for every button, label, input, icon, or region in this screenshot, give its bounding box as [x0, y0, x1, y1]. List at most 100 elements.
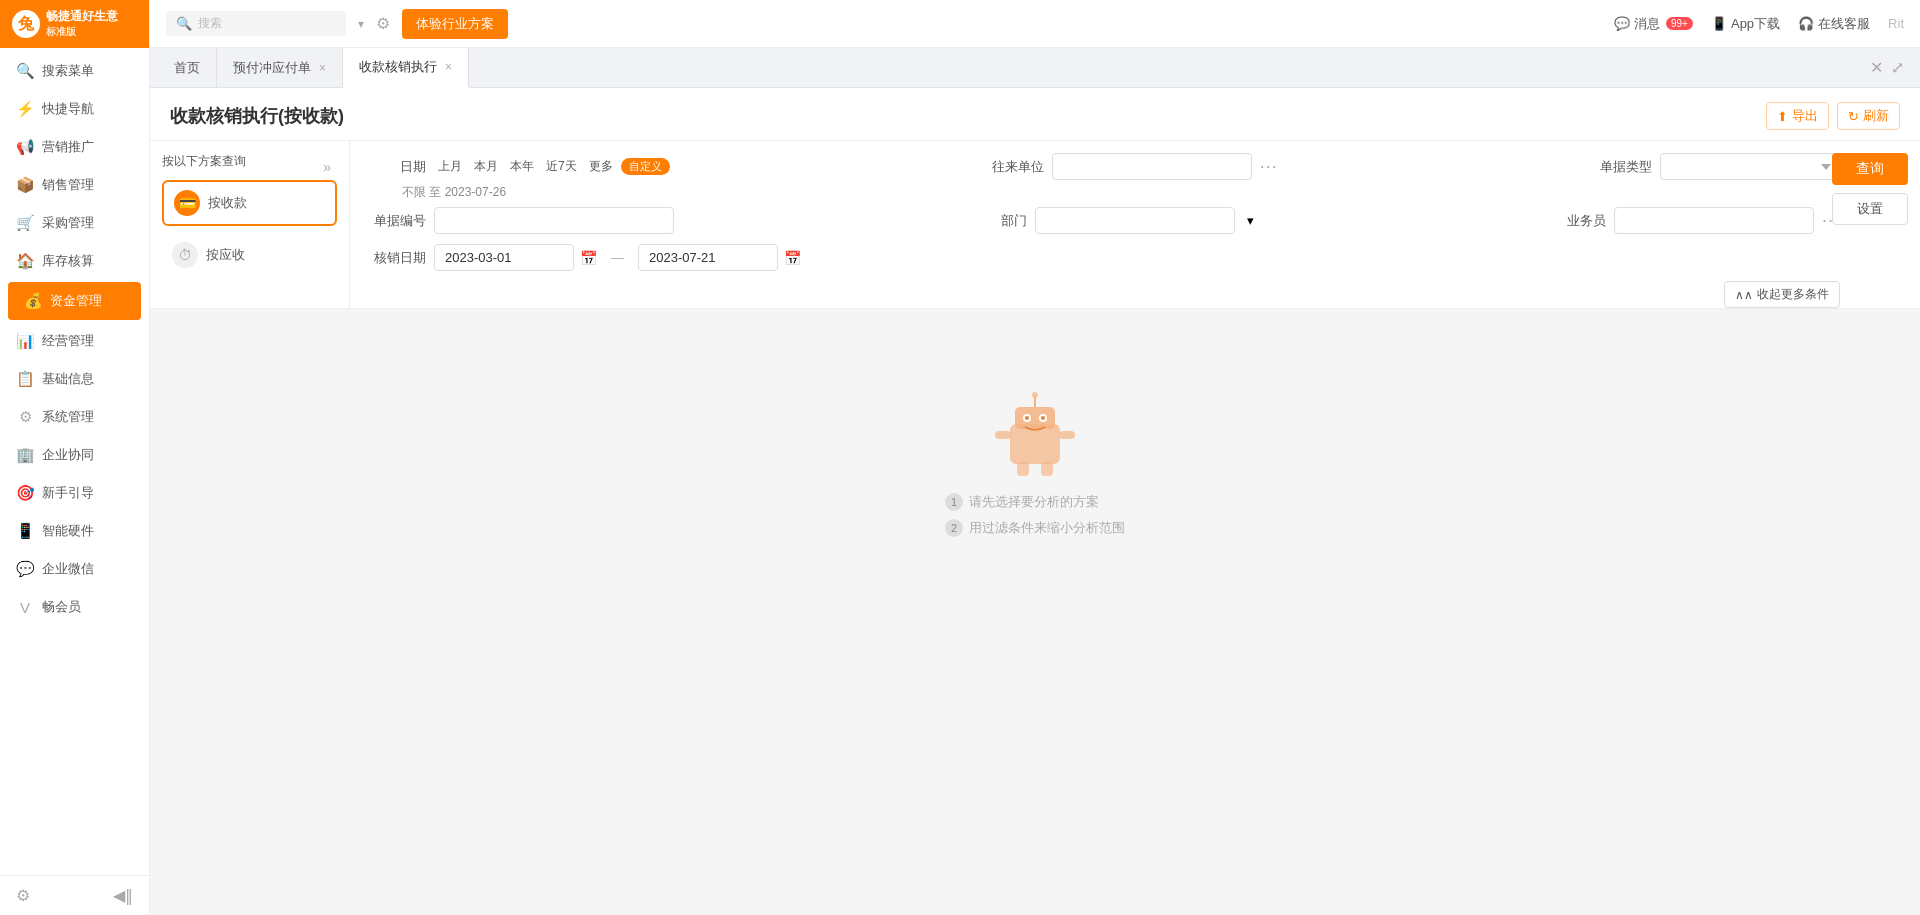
tab-home[interactable]: 首页	[158, 48, 217, 88]
query-btn[interactable]: 查询	[1832, 153, 1908, 185]
doc-type-label: 单据类型	[1596, 158, 1652, 176]
sidebar-item-smart-hw[interactable]: 📱智能硬件	[0, 512, 149, 550]
topbar-search-box[interactable]: 🔍 搜索	[166, 11, 346, 36]
writeoff-date-end-input[interactable]	[638, 244, 778, 271]
settings-btn[interactable]: 设置	[1832, 193, 1908, 225]
calendar-end-icon[interactable]: 📅	[784, 250, 801, 266]
sidebar-item-label: 经营管理	[42, 332, 94, 350]
industry-btn[interactable]: 体验行业方案	[402, 9, 508, 39]
topbar-chevron-icon[interactable]: ▾	[358, 17, 364, 31]
sidebar-item-marketing[interactable]: 📢营销推广	[0, 128, 149, 166]
sidebar-collapse-icon[interactable]: ◀‖	[113, 886, 133, 905]
staff-input[interactable]	[1614, 207, 1814, 234]
sidebar-quick-nav-icon: ⚡	[16, 100, 34, 118]
date-7days[interactable]: 近7天	[542, 156, 581, 177]
sidebar-item-label: 资金管理	[50, 292, 102, 310]
sidebar-smart-hw-icon: 📱	[16, 522, 34, 540]
sidebar-item-label: 系统管理	[42, 408, 94, 426]
sidebar-item-operation[interactable]: 📊 经营管理	[0, 322, 149, 360]
sidebar-item-purchase[interactable]: 🛒 采购管理	[0, 204, 149, 242]
tab-label-advance-payment: 预付冲应付单	[233, 59, 311, 77]
refresh-btn[interactable]: ↻ 刷新	[1837, 102, 1900, 130]
dept-input[interactable]	[1035, 207, 1235, 234]
tab-receipt-writeoff[interactable]: 收款核销执行×	[343, 48, 469, 88]
svg-rect-7	[1059, 431, 1075, 439]
filter-collapse-row: ∧∧ 收起更多条件	[370, 281, 1840, 308]
date-last-month[interactable]: 上月	[434, 156, 466, 177]
sidebar-item-sales[interactable]: 📦销售管理	[0, 166, 149, 204]
sidebar-item-wechat[interactable]: 💬企业微信	[0, 550, 149, 588]
export-btn[interactable]: ⬆ 导出	[1766, 102, 1829, 130]
filter-row-1: 日期 上月 本月 本年 近7天 更多 自定义 往来单位	[370, 153, 1840, 180]
tab-close-receipt-writeoff[interactable]: ×	[445, 60, 452, 74]
svg-point-11	[1032, 392, 1038, 398]
filter-option-by-receivable[interactable]: ⏱ 按应收	[162, 234, 337, 276]
empty-hint-1: 1 请先选择要分析的方案	[945, 489, 1125, 515]
sidebar-item-finance[interactable]: 💰资金管理	[8, 282, 141, 320]
sidebar-basic-info-icon: 📋	[16, 370, 34, 388]
writeoff-date-end-group: 📅	[638, 244, 801, 271]
query-buttons-col: 查询 设置	[1832, 153, 1908, 225]
sidebar-item-quick-nav[interactable]: ⚡快捷导航	[0, 90, 149, 128]
writeoff-date-start-input[interactable]	[434, 244, 574, 271]
partner-input[interactable]	[1052, 153, 1252, 180]
empty-hints: 1 请先选择要分析的方案 2 用过滤条件来缩小分析范围	[945, 489, 1125, 541]
message-action[interactable]: 💬 消息 99+	[1614, 15, 1693, 33]
calendar-start-icon[interactable]: 📅	[580, 250, 597, 266]
sidebar-system-icon: ⚙	[16, 408, 34, 426]
date-this-month[interactable]: 本月	[470, 156, 502, 177]
partner-dots-icon[interactable]: ···	[1260, 156, 1278, 177]
sidebar-item-search-menu[interactable]: 🔍搜索菜单	[0, 52, 149, 90]
customer-service-action[interactable]: 🎧 在线客服	[1798, 15, 1870, 33]
date-this-year[interactable]: 本年	[506, 156, 538, 177]
message-icon: 💬	[1614, 16, 1630, 31]
collapse-more-icon: ∧∧	[1735, 288, 1753, 302]
dept-label: 部门	[971, 212, 1027, 230]
filter-row-3: 核销日期 📅 — 📅	[370, 244, 1840, 271]
date-custom-badge[interactable]: 自定义	[621, 158, 670, 175]
sidebar-item-label: 采购管理	[42, 214, 94, 232]
sidebar-item-system[interactable]: ⚙ 系统管理	[0, 398, 149, 436]
filter-wrapper: 按以下方案查询 » 💳 按收款 ⏱ 按应收 日期 上月 本月	[150, 141, 1920, 309]
sidebar-enterprise-icon: 🏢	[16, 446, 34, 464]
writeoff-date-start-group: 📅	[434, 244, 597, 271]
sidebar-guide-icon: 🎯	[16, 484, 34, 502]
collapse-more-label: 收起更多条件	[1757, 286, 1829, 303]
doc-type-field: 单据类型	[1596, 153, 1840, 180]
hint-num-1: 1	[945, 493, 963, 511]
tab-close-advance-payment[interactable]: ×	[319, 61, 326, 75]
page-title: 收款核销执行(按收款)	[170, 104, 344, 128]
message-badge: 99+	[1666, 17, 1693, 30]
doc-no-label: 单据编号	[370, 212, 426, 230]
sidebar-operation-icon: 📊	[16, 332, 34, 350]
sidebar-item-vip[interactable]: V畅会员	[0, 588, 149, 626]
sidebar-item-inventory[interactable]: 🏠库存核算	[0, 242, 149, 280]
filter-row-2: 单据编号 部门 ▾ 业务员 ···	[370, 207, 1840, 234]
doc-type-select[interactable]	[1660, 153, 1840, 180]
sidebar-item-basic-info[interactable]: 📋基础信息	[0, 360, 149, 398]
tab-close-window-icon[interactable]: ✕	[1870, 58, 1883, 77]
collapse-more-btn[interactable]: ∧∧ 收起更多条件	[1724, 281, 1840, 308]
app-subtitle: 标准版	[46, 25, 118, 39]
tab-advance-payment[interactable]: 预付冲应付单 ×	[217, 48, 343, 88]
export-label: 导出	[1792, 107, 1818, 125]
topbar-actions: 💬 消息 99+ 📱 App下载 🎧 在线客服 Rit	[1614, 15, 1904, 33]
app-download-action[interactable]: 📱 App下载	[1711, 15, 1780, 33]
empty-hint-2: 2 用过滤条件来缩小分析范围	[945, 515, 1125, 541]
sidebar-purchase-icon: 🛒	[16, 214, 34, 232]
sidebar-item-label: 销售管理	[42, 176, 94, 194]
sidebar-item-enterprise[interactable]: 🏢企业协同	[0, 436, 149, 474]
sidebar-inventory-icon: 🏠	[16, 252, 34, 270]
partner-field: 往来单位 ···	[988, 153, 1278, 180]
sidebar-item-label: 畅会员	[42, 598, 81, 616]
dept-dropdown-icon[interactable]: ▾	[1247, 213, 1254, 228]
tab-maximize-icon[interactable]: ⤢	[1891, 58, 1904, 77]
date-more[interactable]: 更多	[585, 156, 617, 177]
sidebar-gear-icon[interactable]: ⚙	[16, 886, 30, 905]
filter-option-by-receipt[interactable]: 💳 按收款	[162, 180, 337, 226]
filter-collapse-icon[interactable]: »	[317, 155, 337, 179]
user-name-display[interactable]: Rit	[1888, 16, 1904, 31]
doc-no-input[interactable]	[434, 207, 674, 234]
topbar-gear-icon[interactable]: ⚙	[376, 14, 390, 33]
sidebar-item-guide[interactable]: 🎯新手引导	[0, 474, 149, 512]
